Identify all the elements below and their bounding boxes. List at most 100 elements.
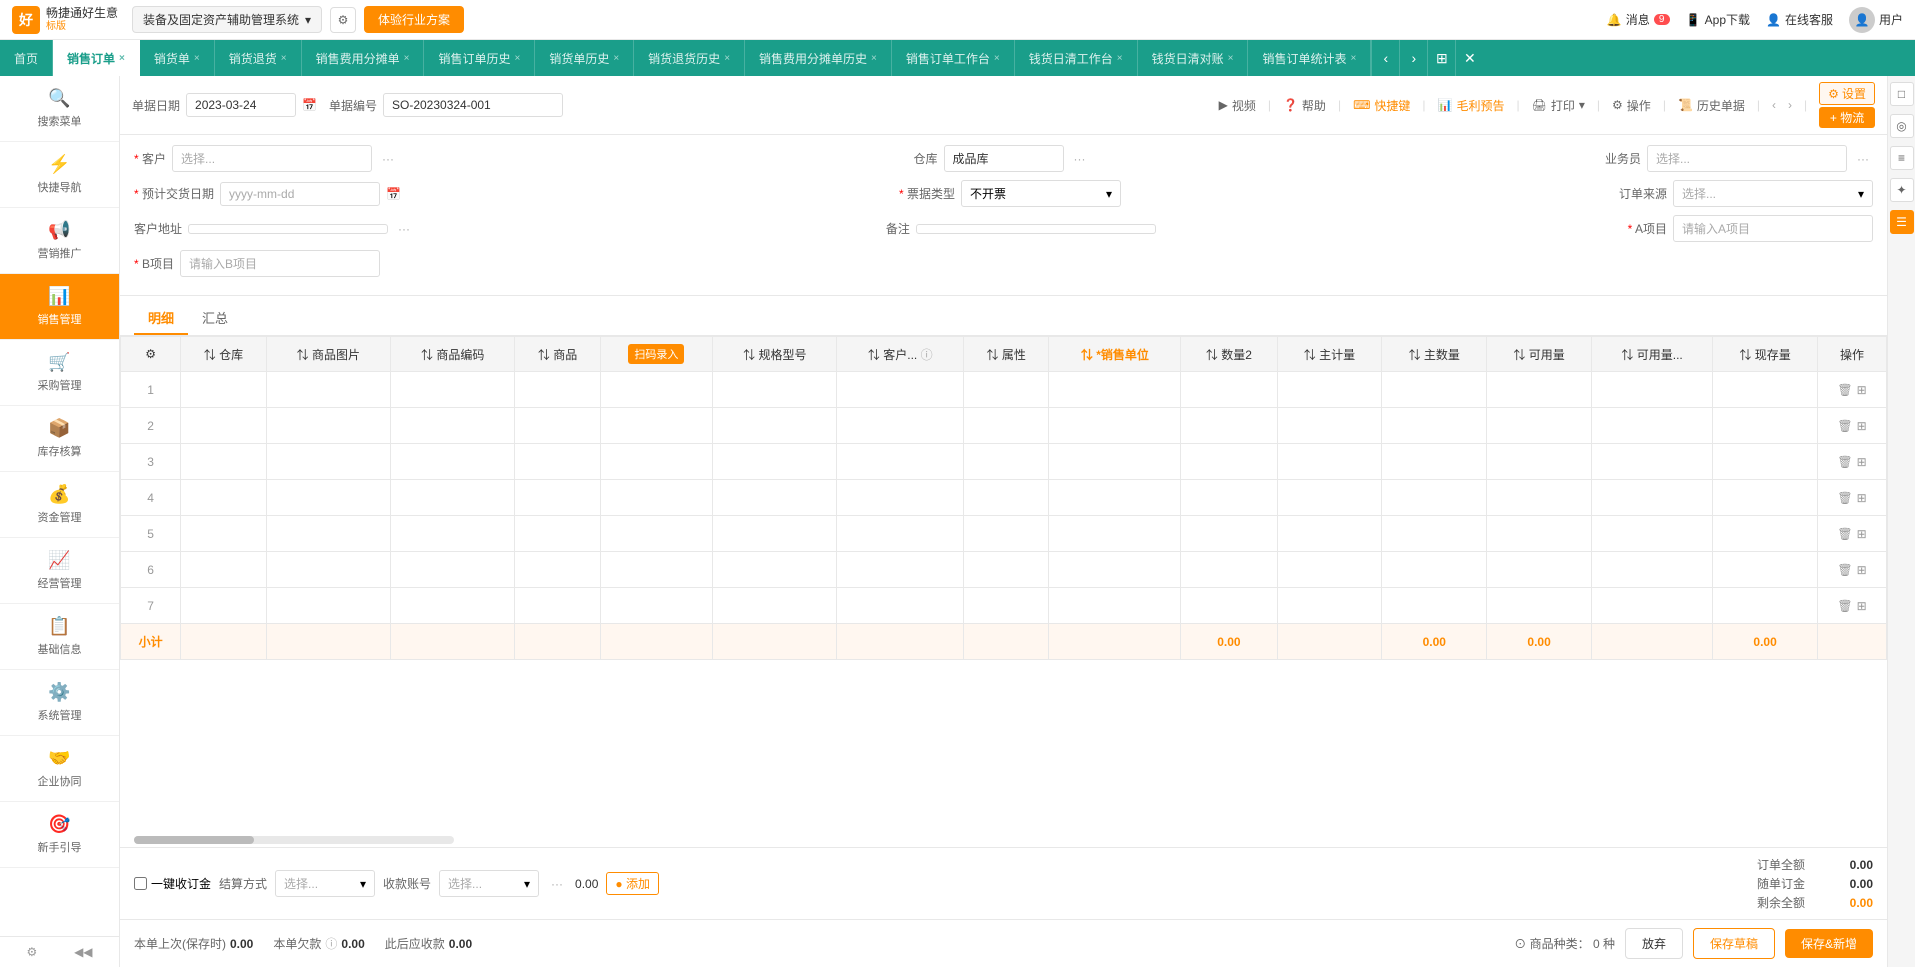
close-icon[interactable]: × bbox=[404, 53, 410, 64]
copy-icon[interactable]: ⊞ bbox=[1857, 383, 1867, 397]
scroll-track[interactable] bbox=[134, 836, 454, 844]
delete-icon[interactable]: 🗑 bbox=[1837, 455, 1852, 469]
close-icon[interactable]: × bbox=[514, 53, 520, 64]
close-icon[interactable]: × bbox=[1350, 53, 1356, 64]
tab-daily-workbench[interactable]: 钱货日清工作台 × bbox=[1015, 40, 1138, 76]
tab-next-btn[interactable]: › bbox=[1399, 40, 1427, 76]
delivery-date-input[interactable]: yyyy-mm-dd bbox=[220, 182, 380, 206]
settings-bottom-icon[interactable]: ⚙ bbox=[26, 945, 37, 959]
sidebar-item-finance[interactable]: 💰 资金管理 bbox=[0, 472, 119, 538]
tab-sales-order-history[interactable]: 销售订单历史 × bbox=[424, 40, 535, 76]
material-btn[interactable]: + 物流 bbox=[1819, 107, 1875, 128]
warehouse-input[interactable]: 成品库 bbox=[944, 145, 1064, 172]
user-item[interactable]: 👤 用户 bbox=[1849, 7, 1903, 33]
cell-action[interactable]: 🗑⊞ bbox=[1818, 480, 1887, 516]
close-icon[interactable]: × bbox=[613, 53, 619, 64]
save-new-btn[interactable]: 保存&新增 bbox=[1785, 929, 1873, 958]
close-icon[interactable]: × bbox=[1117, 53, 1123, 64]
one-click-deposit-label[interactable]: 一键收订金 bbox=[134, 875, 211, 892]
close-icon[interactable]: × bbox=[194, 53, 200, 64]
rp-icon-1[interactable]: □ bbox=[1890, 82, 1914, 106]
one-click-deposit-checkbox[interactable] bbox=[134, 877, 147, 890]
print-btn[interactable]: 🖨 打印 ▾ bbox=[1532, 97, 1585, 114]
system-title[interactable]: 装备及固定资产辅助管理系统 ▾ bbox=[132, 6, 322, 33]
rp-icon-2[interactable]: ◎ bbox=[1890, 114, 1914, 138]
sidebar-item-guide[interactable]: 🎯 新手引导 bbox=[0, 802, 119, 868]
tab-sales-fee[interactable]: 销售费用分摊单 × bbox=[302, 40, 425, 76]
sidebar-item-search[interactable]: 🔍 搜索菜单 bbox=[0, 76, 119, 142]
customer-addr-input[interactable] bbox=[188, 224, 388, 234]
addr-more-icon[interactable]: ··· bbox=[394, 222, 414, 236]
tab-prev-btn[interactable]: ‹ bbox=[1371, 40, 1399, 76]
close-icon[interactable]: × bbox=[119, 53, 125, 64]
rp-icon-4[interactable]: ✦ bbox=[1890, 178, 1914, 202]
cell-action[interactable]: 🗑⊞ bbox=[1818, 408, 1887, 444]
sidebar-item-purchase[interactable]: 🛒 采购管理 bbox=[0, 340, 119, 406]
sidebar-item-basic[interactable]: 📋 基础信息 bbox=[0, 604, 119, 670]
tab-order-workbench[interactable]: 销售订单工作台 × bbox=[892, 40, 1015, 76]
close-icon[interactable]: × bbox=[724, 53, 730, 64]
copy-icon[interactable]: ⊞ bbox=[1857, 527, 1867, 541]
copy-icon[interactable]: ⊞ bbox=[1857, 563, 1867, 577]
collapse-icon[interactable]: ◀◀ bbox=[74, 945, 92, 959]
close-icon[interactable]: × bbox=[871, 53, 877, 64]
settings-btn[interactable]: ⚙ 设置 bbox=[1819, 82, 1875, 105]
next-record-icon[interactable]: › bbox=[1788, 98, 1792, 112]
online-service-item[interactable]: 👤 在线客服 bbox=[1766, 11, 1833, 28]
b-project-input[interactable]: 请输入B项目 bbox=[180, 250, 380, 277]
history-btn[interactable]: 📜 历史单据 bbox=[1678, 97, 1745, 114]
delete-icon[interactable]: 🗑 bbox=[1837, 383, 1852, 397]
tab-sales-return[interactable]: 销货退货 × bbox=[215, 40, 302, 76]
tab-fee-history[interactable]: 销售费用分摊单历史 × bbox=[745, 40, 892, 76]
order-no-input[interactable]: SO-20230324-001 bbox=[383, 93, 563, 117]
tab-summary[interactable]: 汇总 bbox=[188, 302, 242, 335]
delete-icon[interactable]: 🗑 bbox=[1837, 491, 1852, 505]
sidebar-item-sales[interactable]: 📊 销售管理 bbox=[0, 274, 119, 340]
industry-btn[interactable]: 体验行业方案 bbox=[364, 6, 464, 33]
salesperson-more-icon[interactable]: ··· bbox=[1853, 152, 1873, 166]
notification-item[interactable]: 🔔 消息 9 bbox=[1607, 11, 1670, 28]
date-input[interactable]: 2023-03-24 bbox=[186, 93, 296, 117]
tab-sales-bill-history[interactable]: 销货单历史 × bbox=[535, 40, 634, 76]
shortcut-btn[interactable]: ⌨ 快捷键 bbox=[1353, 97, 1410, 114]
copy-icon[interactable]: ⊞ bbox=[1857, 455, 1867, 469]
tab-menu-btn[interactable]: ⊞ bbox=[1427, 40, 1455, 76]
settlement-select[interactable]: 选择... ▾ bbox=[275, 870, 375, 897]
sidebar-item-system[interactable]: ⚙️ 系统管理 bbox=[0, 670, 119, 736]
close-icon[interactable]: × bbox=[1228, 53, 1234, 64]
delete-icon[interactable]: 🗑 bbox=[1837, 563, 1852, 577]
video-btn[interactable]: ▶ 视频 bbox=[1219, 97, 1256, 114]
calendar2-icon[interactable]: 📅 bbox=[386, 187, 401, 201]
customer-more-icon[interactable]: ··· bbox=[378, 152, 398, 166]
col-settings[interactable]: ⚙ bbox=[121, 337, 181, 372]
operation-btn[interactable]: ⚙ 操作 bbox=[1612, 97, 1651, 114]
tab-sales-order[interactable]: 销售订单 × bbox=[53, 40, 140, 76]
close-icon[interactable]: × bbox=[994, 53, 1000, 64]
account-more-icon[interactable]: ··· bbox=[547, 877, 567, 891]
rp-icon-3[interactable]: ≡ bbox=[1890, 146, 1914, 170]
tab-return-history[interactable]: 销货退货历史 × bbox=[634, 40, 745, 76]
rp-icon-5[interactable]: ☰ bbox=[1890, 210, 1914, 234]
sidebar-item-inventory[interactable]: 📦 库存核算 bbox=[0, 406, 119, 472]
invoice-type-select[interactable]: 不开票 ▾ bbox=[961, 180, 1121, 207]
sidebar-item-nav[interactable]: ⚡ 快捷导航 bbox=[0, 142, 119, 208]
cell-action[interactable]: 🗑⊞ bbox=[1818, 516, 1887, 552]
discard-btn[interactable]: 放弃 bbox=[1625, 928, 1683, 959]
sidebar-item-marketing[interactable]: 📢 营销推广 bbox=[0, 208, 119, 274]
delete-icon[interactable]: 🗑 bbox=[1837, 599, 1852, 613]
copy-icon[interactable]: ⊞ bbox=[1857, 599, 1867, 613]
sidebar-item-business[interactable]: 📈 经营管理 bbox=[0, 538, 119, 604]
tab-sales-bill[interactable]: 销货单 × bbox=[140, 40, 215, 76]
save-draft-btn[interactable]: 保存草稿 bbox=[1693, 928, 1775, 959]
cell-action[interactable]: 🗑⊞ bbox=[1818, 372, 1887, 408]
calendar-icon[interactable]: 📅 bbox=[302, 98, 317, 112]
app-download-item[interactable]: 📱 App下载 bbox=[1686, 11, 1750, 28]
delete-icon[interactable]: 🗑 bbox=[1837, 527, 1852, 541]
profit-btn[interactable]: 📊 毛利预告 bbox=[1438, 97, 1505, 114]
salesperson-input[interactable]: 选择... bbox=[1647, 145, 1847, 172]
account-select[interactable]: 选择... ▾ bbox=[439, 870, 539, 897]
remark-input[interactable] bbox=[916, 224, 1156, 234]
tab-order-stats[interactable]: 销售订单统计表 × bbox=[1248, 40, 1371, 76]
delete-icon[interactable]: 🗑 bbox=[1837, 419, 1852, 433]
prev-record-icon[interactable]: ‹ bbox=[1772, 98, 1776, 112]
